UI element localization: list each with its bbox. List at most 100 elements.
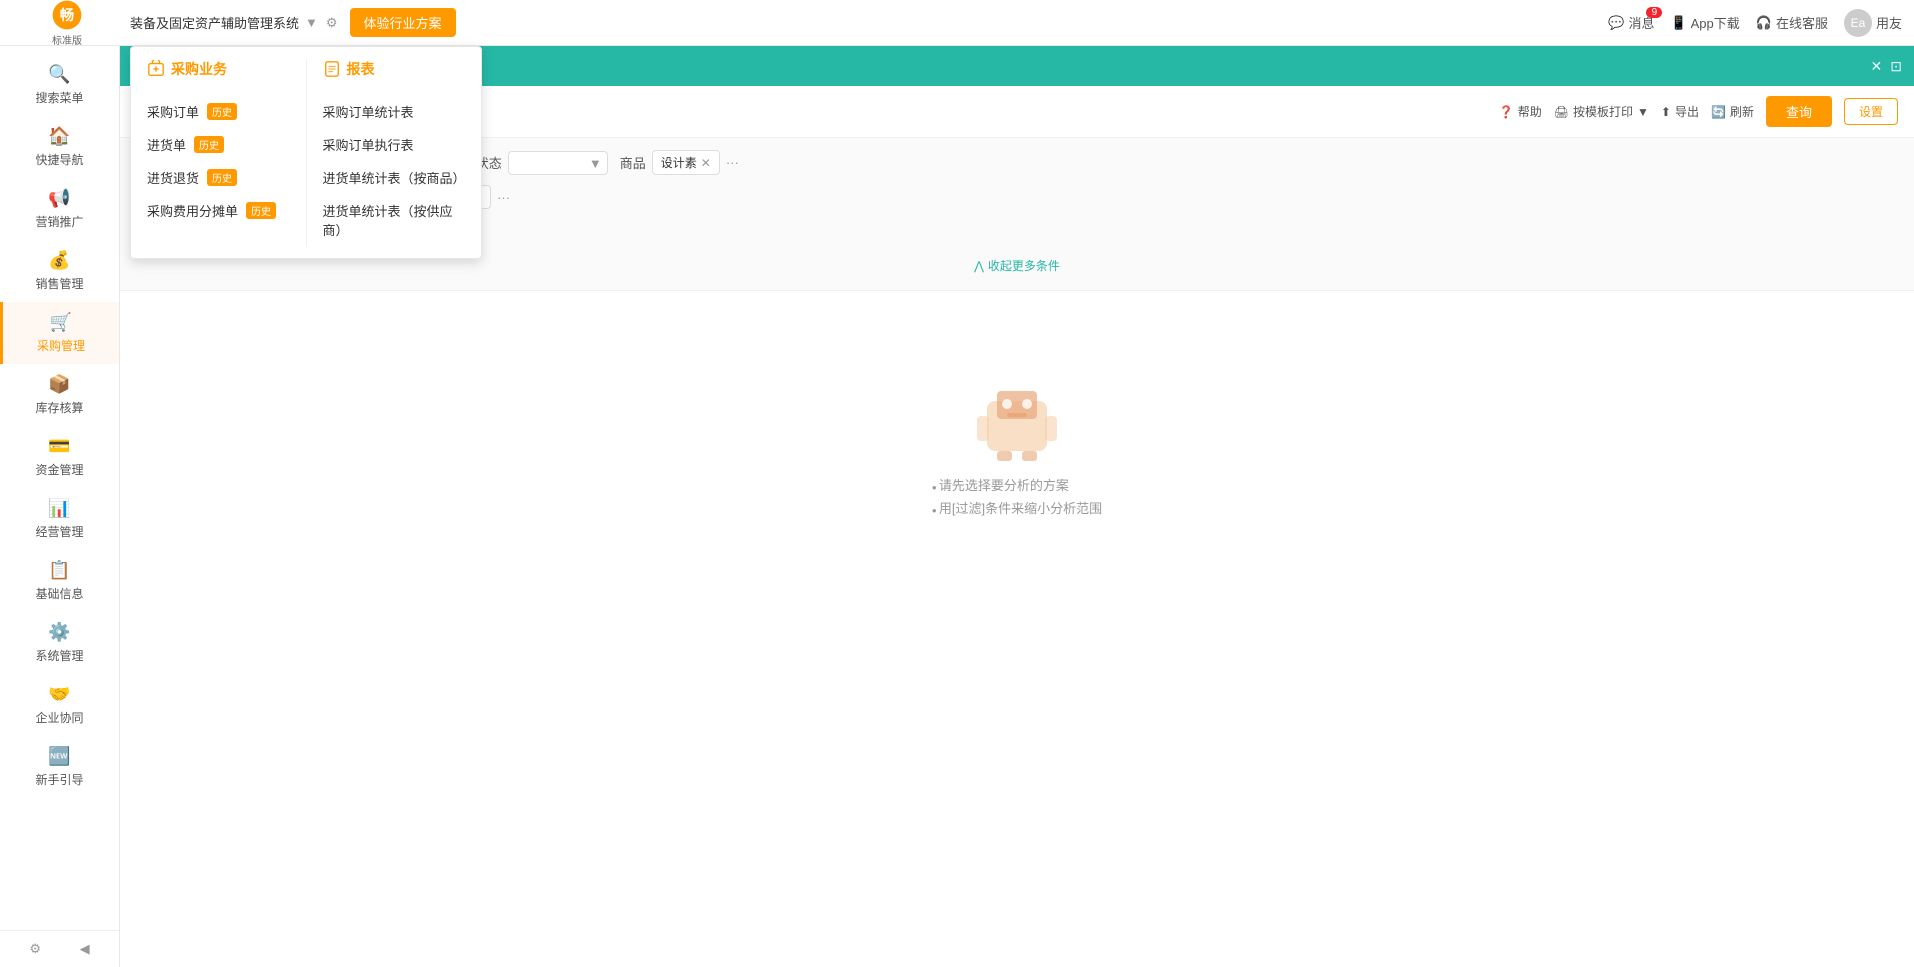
message-icon: 💬 <box>1608 15 1624 31</box>
marketing-icon: 📢 <box>48 188 70 209</box>
menu-item-label: 采购订单 <box>147 102 199 121</box>
purchase-icon: 🛒 <box>50 312 72 333</box>
menu-item-purchase-order-exec[interactable]: 采购订单执行表 <box>323 128 466 161</box>
sidebar-settings-icon[interactable]: ⚙ <box>29 941 41 957</box>
menu-item-label: 进货单统计表（按供应商） <box>323 201 466 239</box>
tab-expand-icon[interactable]: ⊡ <box>1890 58 1902 75</box>
avatar: Ea <box>1844 9 1872 37</box>
logo-area: 畅 标准版 <box>12 0 122 47</box>
sidebar-item-label: 销售管理 <box>35 275 83 292</box>
sidebar-item-label: 资金管理 <box>35 461 83 478</box>
sidebar-item-label: 新手引导 <box>35 771 83 788</box>
sidebar-bottom: ⚙ ◀ <box>0 930 119 967</box>
export-btn[interactable]: ⬆ 导出 <box>1661 103 1699 120</box>
operations-icon: 📊 <box>48 498 70 519</box>
reports-section-icon <box>323 60 341 78</box>
search-icon: 🔍 <box>48 64 70 85</box>
online-service-btn[interactable]: 🎧 在线客服 <box>1756 13 1828 32</box>
sidebar-item-label: 采购管理 <box>37 337 85 354</box>
app-download-label: App下载 <box>1691 13 1740 32</box>
messages-badge: 9 <box>1646 7 1662 18</box>
sidebar-item-label: 搜索菜单 <box>35 89 83 106</box>
home-icon: 🏠 <box>48 126 70 147</box>
sidebar-item-sales[interactable]: 💰 销售管理 <box>0 240 119 302</box>
menu-item-purchase-order[interactable]: 采购订单 历史 <box>147 95 290 128</box>
beginner-icon: 🆕 <box>48 746 70 767</box>
sidebar-item-inventory[interactable]: 📦 库存核算 <box>0 364 119 426</box>
funds-icon: 💳 <box>48 436 70 457</box>
system-dropdown-icon[interactable]: ▼ <box>305 15 318 30</box>
print-dropdown-icon[interactable]: ▼ <box>1637 105 1649 119</box>
settings-btn[interactable]: 设置 <box>1844 98 1898 125</box>
sidebar-item-label: 基础信息 <box>35 585 83 602</box>
logo-text: 标准版 <box>52 32 82 47</box>
app-download-btn[interactable]: 📱 App下载 <box>1670 13 1739 32</box>
sidebar-item-beginner[interactable]: 🆕 新手引导 <box>0 736 119 798</box>
sidebar-item-purchase[interactable]: 🛒 采购管理 <box>0 302 119 364</box>
collapse-label: 收起更多条件 <box>988 257 1060 274</box>
export-label: 导出 <box>1675 103 1699 120</box>
export-icon: ⬆ <box>1661 105 1671 119</box>
empty-hint-2: 用[过滤]条件来缩小分析范围 <box>932 496 1102 519</box>
print-btn[interactable]: 🖨 按模板打印 ▼ <box>1554 103 1649 120</box>
sidebar-item-label: 库存核算 <box>35 399 83 416</box>
sidebar-item-operations[interactable]: 📊 经营管理 <box>0 488 119 550</box>
sidebar-item-label: 营销推广 <box>35 213 83 230</box>
voucher-status-select-wrap: ▼ <box>508 151 608 175</box>
sidebar-item-enterprise[interactable]: 🤝 企业协同 <box>0 674 119 736</box>
menu-item-label: 进货单 <box>147 135 186 154</box>
menu-item-incoming-by-supplier[interactable]: 进货单统计表（按供应商） <box>323 194 466 246</box>
tab-close-all-icon[interactable]: ✕ <box>1871 58 1883 75</box>
menu-item-cost-alloc[interactable]: 采购费用分摊单 历史 <box>147 194 290 227</box>
system-icon: ⚙️ <box>48 622 70 643</box>
menu-item-purchase-order-stats[interactable]: 采购订单统计表 <box>323 95 466 128</box>
purchase-section-label: 采购业务 <box>171 59 227 79</box>
history-badge-1: 历史 <box>207 103 237 120</box>
tab-bar-actions: ✕ ⊡ <box>1871 58 1914 75</box>
system-title: 装备及固定资产辅助管理系统 <box>130 13 299 32</box>
help-btn[interactable]: ❓ 帮助 <box>1499 103 1542 120</box>
query-btn[interactable]: 查询 <box>1766 96 1832 127</box>
menu-item-return[interactable]: 进货退货 历史 <box>147 161 290 194</box>
goods-filter: 商品 设计素 ✕ ··· <box>620 150 739 175</box>
sidebar-item-funds[interactable]: 💳 资金管理 <box>0 426 119 488</box>
sidebar-item-label: 快捷导航 <box>35 151 83 168</box>
refresh-btn[interactable]: 🔄 刷新 <box>1711 103 1754 120</box>
sidebar-item-label: 经营管理 <box>35 523 83 540</box>
basic-info-icon: 📋 <box>48 560 70 581</box>
phone-icon: 📱 <box>1670 15 1686 31</box>
empty-state: 请先选择要分析的方案 用[过滤]条件来缩小分析范围 <box>120 291 1914 599</box>
menu-item-incoming-by-goods[interactable]: 进货单统计表（按商品） <box>323 161 466 194</box>
sidebar-collapse-icon[interactable]: ◀ <box>80 941 90 957</box>
reports-section-title: 报表 <box>323 59 466 85</box>
purchase-dropdown-menu: 采购业务 采购订单 历史 进货单 历史 进货退货 历史 采购费用分摊单 历史 <box>130 46 482 259</box>
logo-icon: 畅 <box>51 0 83 31</box>
menu-item-label: 进货退货 <box>147 168 199 187</box>
sidebar-item-marketing[interactable]: 📢 营销推广 <box>0 178 119 240</box>
empty-hints: 请先选择要分析的方案 用[过滤]条件来缩小分析范围 <box>932 473 1102 519</box>
menu-item-label: 进货单统计表（按商品） <box>323 168 466 187</box>
sales-icon: 💰 <box>48 250 70 271</box>
sidebar-item-quick-nav[interactable]: 🏠 快捷导航 <box>0 116 119 178</box>
goods-tag-close[interactable]: ✕ <box>701 156 711 170</box>
purchase-section-icon <box>147 60 165 78</box>
top-nav-right: 💬 消息 9 📱 App下载 🎧 在线客服 Ea 用友 <box>1608 9 1902 37</box>
sidebar-item-basic-info[interactable]: 📋 基础信息 <box>0 550 119 612</box>
menu-item-incoming[interactable]: 进货单 历史 <box>147 128 290 161</box>
goods-tag-value: 设计素 <box>661 154 697 171</box>
system-settings-icon[interactable]: ⚙ <box>326 15 338 31</box>
goods-more-icon[interactable]: ··· <box>726 155 739 170</box>
messages-btn[interactable]: 💬 消息 9 <box>1608 13 1654 32</box>
sidebar-item-system[interactable]: ⚙️ 系统管理 <box>0 612 119 674</box>
print-label: 按模板打印 <box>1573 103 1633 120</box>
goods-tag: 设计素 ✕ <box>652 150 720 175</box>
voucher-status-select[interactable] <box>508 151 608 175</box>
history-badge-4: 历史 <box>246 202 276 219</box>
inventory-icon: 📦 <box>48 374 70 395</box>
salesman-more-icon[interactable]: ··· <box>497 190 510 205</box>
user-btn[interactable]: Ea 用友 <box>1844 9 1902 37</box>
headset-icon: 🎧 <box>1756 15 1772 31</box>
collapse-up-icon: ⋀ <box>974 259 984 273</box>
industry-btn[interactable]: 体验行业方案 <box>350 8 456 37</box>
sidebar-item-search[interactable]: 🔍 搜索菜单 <box>0 54 119 116</box>
